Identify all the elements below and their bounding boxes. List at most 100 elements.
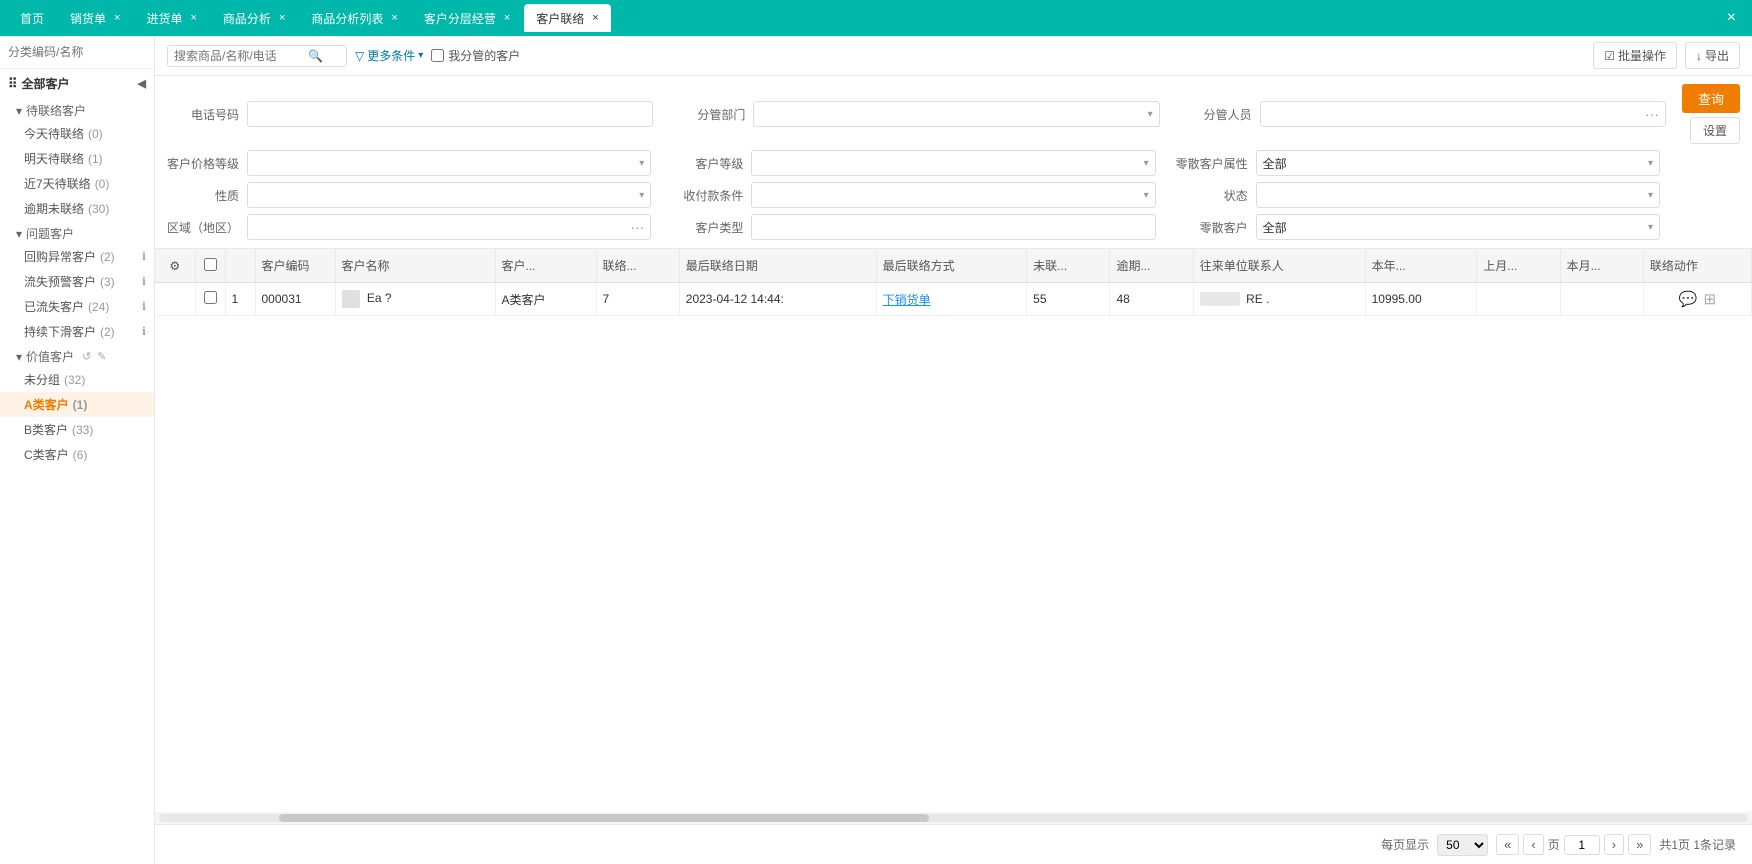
horizontal-scrollbar[interactable] [155, 812, 1752, 824]
region-input[interactable]: ··· [247, 214, 651, 240]
sidebar-item-today[interactable]: 今天待联络 (0) [0, 121, 154, 146]
col-last-date[interactable]: 最后联络日期 [679, 249, 876, 283]
sidebar-item-repurchase[interactable]: 回购异常客户 (2) ℹ [0, 244, 154, 269]
sidebar-item-7days[interactable]: 近7天待联络 (0) [0, 171, 154, 196]
retail-attr-select[interactable]: 全部▾ [1256, 150, 1660, 176]
select-all-checkbox[interactable] [204, 258, 217, 271]
col-type[interactable]: 客户... [495, 249, 596, 283]
nav-tab-purchase[interactable]: 进货单 × [134, 4, 208, 32]
cell-this-month [1560, 283, 1643, 316]
qr-icon[interactable]: ⊞ [1703, 290, 1716, 308]
phone-label: 电话号码 [167, 106, 247, 123]
close-sales-icon[interactable]: × [114, 12, 120, 24]
table-wrap: ⚙ 客户编码 客户名称 客户... 联络... [155, 249, 1752, 812]
per-page-select[interactable]: 50 100 200 [1437, 834, 1488, 856]
batch-label: 批量操作 [1618, 47, 1666, 64]
col-gear[interactable]: ⚙ [155, 249, 195, 283]
nav-tab-sales[interactable]: 销货单 × [58, 4, 132, 32]
phone-input[interactable] [247, 101, 653, 127]
close-analysis-icon[interactable]: × [279, 12, 285, 24]
more-filters-btn[interactable]: ▽ 更多条件 ▾ [355, 47, 423, 64]
col-action-label: 联络动作 [1650, 259, 1698, 273]
sidebar-item-overdue[interactable]: 逾期未联络 (30) [0, 196, 154, 221]
filter-search-icon[interactable]: 🔍 [308, 49, 323, 63]
avatar-placeholder [342, 290, 360, 308]
sidebar-item-churned[interactable]: 已流失客户 (24) ℹ [0, 294, 154, 319]
customer-level-select[interactable]: ▾ [751, 150, 1155, 176]
cell-last-method[interactable]: 下销货单 [876, 283, 1027, 316]
my-customers-checkbox[interactable] [431, 49, 444, 62]
col-last-method[interactable]: 最后联络方式 [876, 249, 1027, 283]
nav-tab-customer-contact[interactable]: 客户联络 × [524, 4, 610, 32]
window-close-icon[interactable]: × [1719, 9, 1744, 27]
sidebar-search-input[interactable] [8, 45, 155, 59]
close-customer-contact-icon[interactable]: × [592, 12, 598, 24]
setting-btn[interactable]: 设置 [1690, 117, 1740, 144]
last-page-btn[interactable]: » [1628, 834, 1651, 855]
customer-type-label: 客户类型 [671, 219, 751, 236]
payment-select[interactable]: ▾ [751, 182, 1155, 208]
group-problem-label: ▾ 问题客户 [0, 221, 154, 244]
last-method-link[interactable]: 下销货单 [883, 293, 931, 307]
col-last-month[interactable]: 上月... [1477, 249, 1560, 283]
sidebar-item-ungrouped[interactable]: 未分组 (32) [0, 367, 154, 392]
page-input[interactable] [1564, 835, 1600, 855]
my-customers-checkbox-wrap[interactable]: 我分管的客户 [431, 47, 520, 64]
all-customers-header[interactable]: ⠿ 全部客户 ◀ [0, 69, 154, 98]
close-customer-mgmt-icon[interactable]: × [504, 12, 510, 24]
info-churned-icon: ℹ [142, 300, 146, 313]
sidebar-item-class-b[interactable]: B类客户 (33) [0, 417, 154, 442]
analysis-list-label: 商品分析列表 [311, 10, 383, 27]
cell-checkbox[interactable] [195, 283, 225, 316]
retail-customer-select[interactable]: 全部▾ [1256, 214, 1660, 240]
customer-mgmt-label: 客户分层经营 [424, 10, 496, 27]
sidebar-item-declining[interactable]: 持续下滑客户 (2) ℹ [0, 319, 154, 344]
filter-row-4: 区域（地区） ··· 客户类型 零散客户 全部▾ [167, 214, 1740, 240]
col-contact[interactable]: 联络... [596, 249, 679, 283]
col-checkbox[interactable] [195, 249, 225, 283]
nature-select[interactable]: ▾ [247, 182, 651, 208]
dept-select[interactable]: ▾ [753, 101, 1159, 127]
col-overdue[interactable]: 逾期... [1110, 249, 1193, 283]
prev-page-btn[interactable]: ‹ [1523, 834, 1543, 855]
field-nature: 性质 ▾ [167, 182, 651, 208]
query-btn[interactable]: 查询 [1682, 84, 1740, 113]
refresh-value-icon[interactable]: ↺ [82, 350, 91, 363]
sidebar-item-churn-warning[interactable]: 流失预警客户 (3) ℹ [0, 269, 154, 294]
scrollbar-thumb[interactable] [279, 814, 929, 822]
message-icon[interactable]: 💬 [1679, 290, 1698, 308]
export-btn[interactable]: ↓ 导出 [1685, 42, 1740, 69]
filter-search-input[interactable] [174, 49, 304, 63]
col-this-year[interactable]: 本年... [1365, 249, 1477, 283]
col-company-contact[interactable]: 往来单位联系人 [1193, 249, 1365, 283]
close-purchase-icon[interactable]: × [190, 12, 196, 24]
status-select[interactable]: ▾ [1256, 182, 1660, 208]
close-analysis-list-icon[interactable]: × [391, 12, 397, 24]
main-layout: 🔍 ⠿ 全部客户 ◀ ▾ 待联络客户 今天待联络 (0) 明天待联络 (1) 近… [0, 36, 1752, 864]
collapse-icon[interactable]: ◀ [138, 77, 146, 90]
retail-attr-label: 零散客户属性 [1176, 155, 1256, 172]
person-input[interactable]: ··· [1260, 101, 1666, 127]
page-label: 页 [1548, 836, 1560, 853]
nav-tab-customer-mgmt[interactable]: 客户分层经营 × [412, 4, 522, 32]
filter-funnel-icon: ▽ [355, 49, 364, 63]
first-page-btn[interactable]: « [1496, 834, 1519, 855]
col-this-month[interactable]: 本月... [1560, 249, 1643, 283]
next-page-btn[interactable]: › [1604, 834, 1624, 855]
filter-search-wrap: 🔍 [167, 45, 347, 67]
edit-value-icon[interactable]: ✎ [97, 350, 106, 363]
tomorrow-count: (1) [88, 152, 103, 166]
nav-tab-home[interactable]: 首页 [8, 4, 56, 32]
row-checkbox[interactable] [204, 291, 217, 304]
sidebar-item-tomorrow[interactable]: 明天待联络 (1) [0, 146, 154, 171]
customer-type-input[interactable] [751, 214, 1155, 240]
nav-tab-analysis[interactable]: 商品分析 × [211, 4, 297, 32]
col-no-contact[interactable]: 未联... [1027, 249, 1110, 283]
batch-op-btn[interactable]: ☑ 批量操作 [1593, 42, 1677, 69]
sidebar-item-class-a[interactable]: A类客户 (1) [0, 392, 154, 417]
sidebar-item-class-c[interactable]: C类客户 (6) [0, 442, 154, 467]
col-name[interactable]: 客户名称 [335, 249, 495, 283]
nav-tab-analysis-list[interactable]: 商品分析列表 × [299, 4, 409, 32]
price-level-select[interactable]: ▾ [247, 150, 651, 176]
col-code[interactable]: 客户编码 [255, 249, 335, 283]
